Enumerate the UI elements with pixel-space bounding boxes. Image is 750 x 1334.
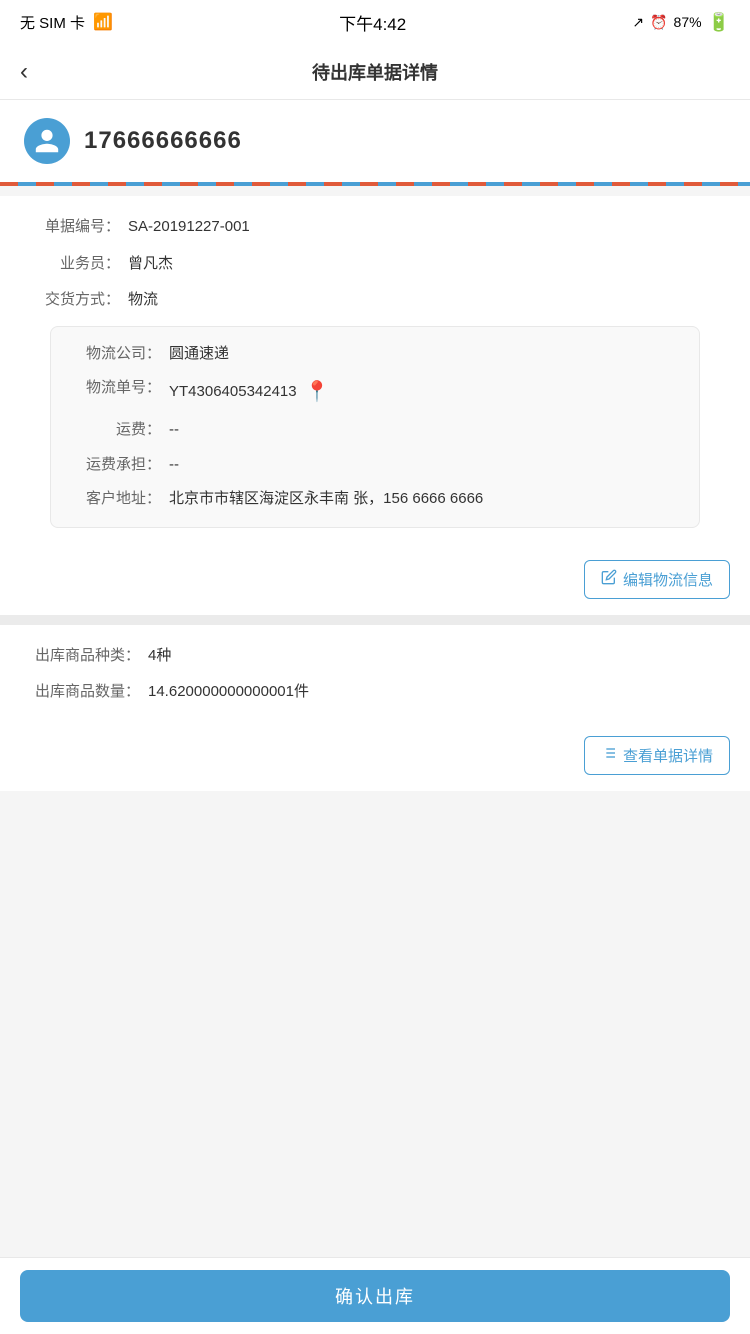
- view-detail-button[interactable]: 查看单据详情: [584, 736, 730, 775]
- view-btn-row: 查看单据详情: [0, 724, 750, 791]
- logistics-label-1: 物流公司：: [71, 343, 161, 366]
- color-divider: [0, 182, 750, 186]
- logistics-row-2: 物流单号： YT4306405342413 📍: [71, 377, 679, 407]
- edit-btn-row: 编辑物流信息: [0, 548, 750, 615]
- product-value-1: 4种: [148, 645, 720, 668]
- info-value-3: 物流: [128, 289, 720, 312]
- person-icon: [33, 127, 61, 155]
- product-value-2: 14.620000000000001件: [148, 681, 720, 704]
- page-title: 待出库单据详情: [312, 59, 438, 85]
- location-status-icon: ↗: [632, 14, 644, 31]
- status-time: 下午4:42: [339, 10, 406, 35]
- battery-icon: 🔋: [708, 12, 730, 33]
- user-phone: 17666666666: [84, 127, 242, 155]
- edit-btn-label: 编辑物流信息: [623, 569, 713, 590]
- logistics-value-4: --: [169, 454, 679, 477]
- logistics-card: 物流公司： 圆通速递 物流单号： YT4306405342413 📍 运费： -…: [50, 326, 700, 528]
- confirm-outbound-button[interactable]: 确认出库: [20, 1270, 730, 1322]
- logistics-row-4: 运费承担： --: [71, 454, 679, 477]
- logistics-row-1: 物流公司： 圆通速递: [71, 343, 679, 366]
- logistics-value-2: YT4306405342413 📍: [169, 377, 679, 407]
- logistics-label-4: 运费承担：: [71, 454, 161, 477]
- nav-bar: ‹ 待出库单据详情: [0, 44, 750, 100]
- user-header: 17666666666: [0, 100, 750, 182]
- edit-logistics-button[interactable]: 编辑物流信息: [584, 560, 730, 599]
- logistics-row-3: 运费： --: [71, 419, 679, 442]
- product-row-2: 出库商品数量： 14.620000000000001件: [30, 681, 720, 704]
- logistics-value-5: 北京市市辖区海淀区永丰南 张，156 6666 6666: [169, 488, 679, 511]
- edit-pencil-icon: [601, 569, 617, 589]
- info-value-2: 曾凡杰: [128, 253, 720, 276]
- tracking-location-icon[interactable]: 📍: [305, 377, 330, 407]
- info-row-3: 交货方式： 物流: [30, 289, 720, 312]
- back-button[interactable]: ‹: [20, 54, 36, 90]
- logistics-label-2: 物流单号：: [71, 377, 161, 400]
- status-right: ↗ ⏰ 87% 🔋: [632, 12, 730, 33]
- products-section: 出库商品种类： 4种 出库商品数量： 14.620000000000001件: [0, 625, 750, 724]
- info-row-2: 业务员： 曾凡杰: [30, 253, 720, 276]
- product-label-1: 出库商品种类：: [30, 645, 140, 668]
- logistics-label-3: 运费：: [71, 419, 161, 442]
- logistics-row-5: 客户地址： 北京市市辖区海淀区永丰南 张，156 6666 6666: [71, 488, 679, 511]
- logistics-value-1: 圆通速递: [169, 343, 679, 366]
- info-label-2: 业务员：: [30, 253, 120, 276]
- list-icon: [601, 745, 617, 765]
- product-label-2: 出库商品数量：: [30, 681, 140, 704]
- product-row-1: 出库商品种类： 4种: [30, 645, 720, 668]
- sim-status: 无 SIM 卡: [20, 12, 85, 33]
- view-btn-label: 查看单据详情: [623, 745, 713, 766]
- logistics-label-5: 客户地址：: [71, 488, 161, 511]
- avatar: [24, 118, 70, 164]
- info-label-1: 单据编号：: [30, 216, 120, 239]
- logistics-value-3: --: [169, 419, 679, 442]
- basic-info-section: 单据编号： SA-20191227-001 业务员： 曾凡杰 交货方式： 物流 …: [0, 196, 750, 548]
- info-label-3: 交货方式：: [30, 289, 120, 312]
- spacer-area: [0, 791, 750, 991]
- info-row-1: 单据编号： SA-20191227-001: [30, 216, 720, 239]
- wifi-icon: 📶: [93, 12, 113, 32]
- info-value-1: SA-20191227-001: [128, 216, 720, 239]
- status-bar: 无 SIM 卡 📶 下午4:42 ↗ ⏰ 87% 🔋: [0, 0, 750, 44]
- alarm-icon: ⏰: [650, 14, 667, 31]
- confirm-btn-wrap: 确认出库: [0, 1257, 750, 1334]
- status-left: 无 SIM 卡 📶: [20, 12, 113, 33]
- section-divider-1: [0, 615, 750, 625]
- battery-label: 87%: [674, 14, 702, 30]
